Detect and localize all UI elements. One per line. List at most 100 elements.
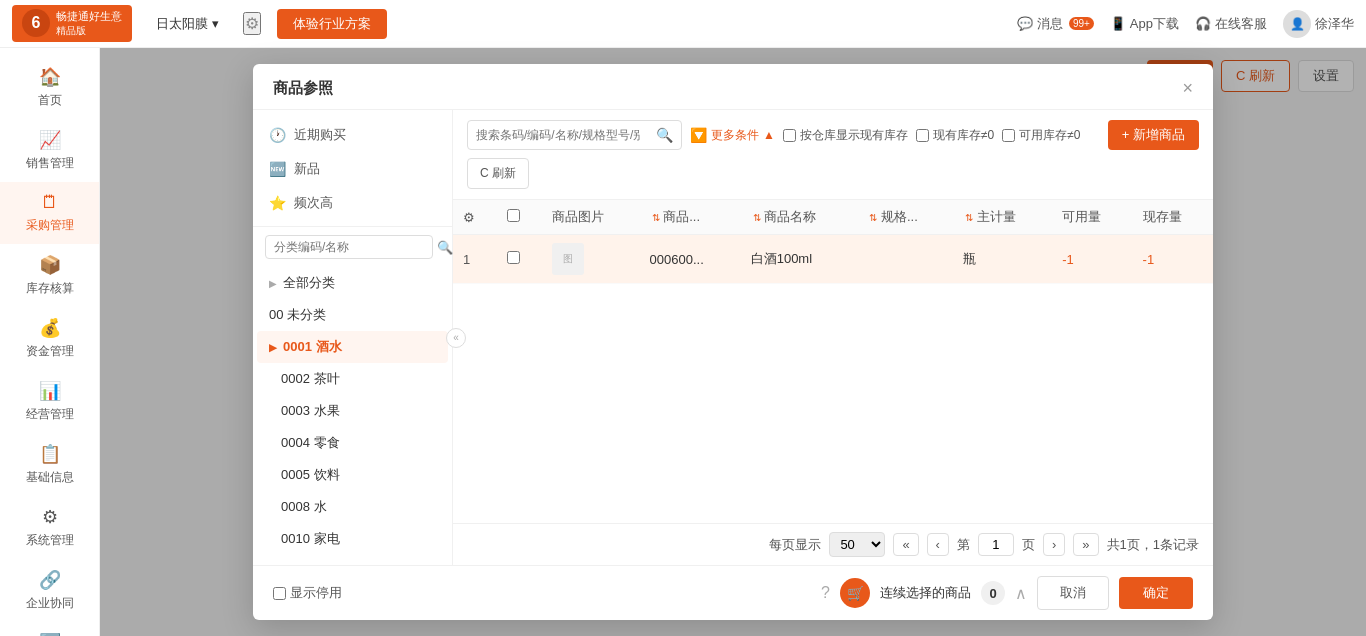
phone-icon: 📱 bbox=[1110, 16, 1126, 31]
row-select-checkbox[interactable] bbox=[507, 251, 520, 264]
row-unit: 瓶 bbox=[953, 235, 1052, 284]
sidebar-item-basic[interactable]: 📋 基础信息 bbox=[0, 433, 99, 496]
new-tab-label: 新品 bbox=[294, 160, 320, 178]
collapse-button[interactable]: « bbox=[446, 328, 466, 348]
sidebar-item-inventory[interactable]: 📦 库存核算 bbox=[0, 244, 99, 307]
main-layout: 🏠 首页 📈 销售管理 🗒 采购管理 📦 库存核算 💰 资金管理 📊 经营管理 … bbox=[0, 48, 1366, 636]
recent-tabs: 🕐 近期购买 🆕 新品 ⭐ 频次高 bbox=[253, 120, 452, 218]
sales-icon: 📈 bbox=[39, 129, 61, 151]
page-size-label: 每页显示 bbox=[769, 536, 821, 554]
th-code[interactable]: ⇅ 商品... bbox=[640, 200, 741, 235]
sidebar-item-system[interactable]: ⚙ 系统管理 bbox=[0, 496, 99, 559]
sidebar-item-guide[interactable]: 🆕 新手引导 bbox=[0, 622, 99, 636]
cat-item-0003[interactable]: 0003 水果 bbox=[257, 395, 448, 427]
recent-tab-new[interactable]: 🆕 新品 bbox=[261, 154, 444, 184]
settings-icon[interactable]: ⚙ bbox=[243, 12, 261, 35]
page-number-input[interactable] bbox=[978, 533, 1014, 556]
filter-more-label: 更多条件 bbox=[711, 127, 759, 144]
help-icon[interactable]: ? bbox=[821, 584, 830, 602]
cat-item-0001[interactable]: ▶ 0001 酒水 bbox=[257, 331, 448, 363]
recent-tab-frequent[interactable]: ⭐ 频次高 bbox=[261, 188, 444, 218]
sidebar-item-purchase[interactable]: 🗒 采购管理 bbox=[0, 182, 99, 244]
cat-item-all[interactable]: ▶ 全部分类 bbox=[257, 267, 448, 299]
product-search-input[interactable] bbox=[468, 128, 648, 142]
filter-chip-current-stock[interactable]: 现有库存≠0 bbox=[916, 127, 994, 144]
select-all-checkbox[interactable] bbox=[507, 209, 520, 222]
row-stock: -1 bbox=[1133, 235, 1213, 284]
cart-icon[interactable]: 🛒 bbox=[840, 578, 870, 608]
available-stock-label: 可用库存≠0 bbox=[1019, 127, 1080, 144]
cart-count: 0 bbox=[981, 581, 1005, 605]
cancel-button[interactable]: 取消 bbox=[1037, 576, 1109, 610]
product-search-button[interactable]: 🔍 bbox=[648, 127, 681, 143]
cat-item-0004[interactable]: 0004 零食 bbox=[257, 427, 448, 459]
app-download-item[interactable]: 📱 App下载 bbox=[1110, 15, 1179, 33]
recent-tab-recent[interactable]: 🕐 近期购买 bbox=[261, 120, 444, 150]
page-size-select[interactable]: 10 20 50 100 bbox=[829, 532, 885, 557]
sidebar-item-collab[interactable]: 🔗 企业协同 bbox=[0, 559, 99, 622]
cat-label-0002: 0002 茶叶 bbox=[281, 370, 340, 388]
right-panel: 🔍 🔽 更多条件 ▲ 按仓库显示现有库存 bbox=[453, 110, 1213, 565]
category-search-input[interactable] bbox=[265, 235, 433, 259]
online-service-item[interactable]: 🎧 在线客服 bbox=[1195, 15, 1267, 33]
available-stock-checkbox[interactable] bbox=[1002, 129, 1015, 142]
show-disabled-checkbox[interactable] bbox=[273, 587, 286, 600]
inventory-icon: 📦 bbox=[39, 254, 61, 276]
modal-header: 商品参照 × bbox=[253, 64, 1213, 110]
row-thumb: 图 bbox=[542, 235, 640, 284]
message-nav-item[interactable]: 💬 消息 99+ bbox=[1017, 15, 1094, 33]
next-page-button[interactable]: › bbox=[1043, 533, 1065, 556]
modal-product-reference: 商品参照 × 🕐 近期购买 🆕 bbox=[253, 64, 1213, 620]
sidebar-item-operation[interactable]: 📊 经营管理 bbox=[0, 370, 99, 433]
table-refresh-button[interactable]: C 刷新 bbox=[467, 158, 529, 189]
sidebar-label-system: 系统管理 bbox=[26, 532, 74, 549]
cat-item-00[interactable]: 00 未分类 bbox=[257, 299, 448, 331]
trial-button[interactable]: 体验行业方案 bbox=[277, 9, 387, 39]
expand-icon[interactable]: ∧ bbox=[1015, 584, 1027, 603]
sidebar-label-collab: 企业协同 bbox=[26, 595, 74, 612]
user-area[interactable]: 👤 徐泽华 bbox=[1283, 10, 1354, 38]
sort-icon-code: ⇅ bbox=[652, 212, 660, 223]
finance-icon: 💰 bbox=[39, 317, 61, 339]
cat-label-0010: 0010 家电 bbox=[281, 530, 340, 548]
clock-icon: 🕐 bbox=[269, 127, 286, 143]
sidebar-label-home: 首页 bbox=[38, 92, 62, 109]
modal-body: 🕐 近期购买 🆕 新品 ⭐ 频次高 bbox=[253, 110, 1213, 565]
last-page-button[interactable]: » bbox=[1073, 533, 1098, 556]
th-name-label: 商品名称 bbox=[764, 209, 816, 224]
filter-chip-available-stock[interactable]: 可用库存≠0 bbox=[1002, 127, 1080, 144]
modal-close-button[interactable]: × bbox=[1182, 78, 1193, 99]
sidebar-item-sales[interactable]: 📈 销售管理 bbox=[0, 119, 99, 182]
filter-chip-warehouse[interactable]: 按仓库显示现有库存 bbox=[783, 127, 908, 144]
warehouse-checkbox[interactable] bbox=[783, 129, 796, 142]
table-row[interactable]: 1 图 000600... 白酒100ml 瓶 bbox=[453, 235, 1213, 284]
th-settings[interactable]: ⚙ bbox=[453, 200, 497, 235]
th-checkbox bbox=[497, 200, 542, 235]
cat-arrow-all: ▶ bbox=[269, 278, 277, 289]
cat-arrow-0001: ▶ bbox=[269, 342, 277, 353]
th-image: 商品图片 bbox=[542, 200, 640, 235]
th-unit[interactable]: ⇅ 主计量 bbox=[953, 200, 1052, 235]
add-product-button[interactable]: + 新增商品 bbox=[1108, 120, 1199, 150]
sidebar-item-home[interactable]: 🏠 首页 bbox=[0, 56, 99, 119]
sidebar-label-operation: 经营管理 bbox=[26, 406, 74, 423]
prev-page-button[interactable]: ‹ bbox=[927, 533, 949, 556]
message-icon: 💬 bbox=[1017, 16, 1033, 31]
cat-item-0010[interactable]: 0010 家电 bbox=[257, 523, 448, 555]
company-dropdown[interactable]: 日太阳膜 ▾ bbox=[148, 15, 227, 33]
product-search-box: 🔍 bbox=[467, 120, 682, 150]
th-name[interactable]: ⇅ 商品名称 bbox=[741, 200, 858, 235]
th-spec[interactable]: ⇅ 规格... bbox=[857, 200, 953, 235]
modal-title: 商品参照 bbox=[273, 79, 333, 98]
sidebar-item-finance[interactable]: 💰 资金管理 bbox=[0, 307, 99, 370]
filter-more-button[interactable]: 🔽 更多条件 ▲ bbox=[690, 127, 775, 144]
cat-item-0002[interactable]: 0002 茶叶 bbox=[257, 363, 448, 395]
current-stock-checkbox[interactable] bbox=[916, 129, 929, 142]
confirm-button[interactable]: 确定 bbox=[1119, 577, 1193, 609]
cat-item-0005[interactable]: 0005 饮料 bbox=[257, 459, 448, 491]
show-disabled-checkbox-row[interactable]: 显示停用 bbox=[273, 584, 342, 602]
cat-item-0008[interactable]: 0008 水 bbox=[257, 491, 448, 523]
product-table-wrapper: ⚙ 商品图片 ⇅ 商品... bbox=[453, 200, 1213, 523]
category-search-icon[interactable]: 🔍 bbox=[437, 240, 453, 255]
first-page-button[interactable]: « bbox=[893, 533, 918, 556]
